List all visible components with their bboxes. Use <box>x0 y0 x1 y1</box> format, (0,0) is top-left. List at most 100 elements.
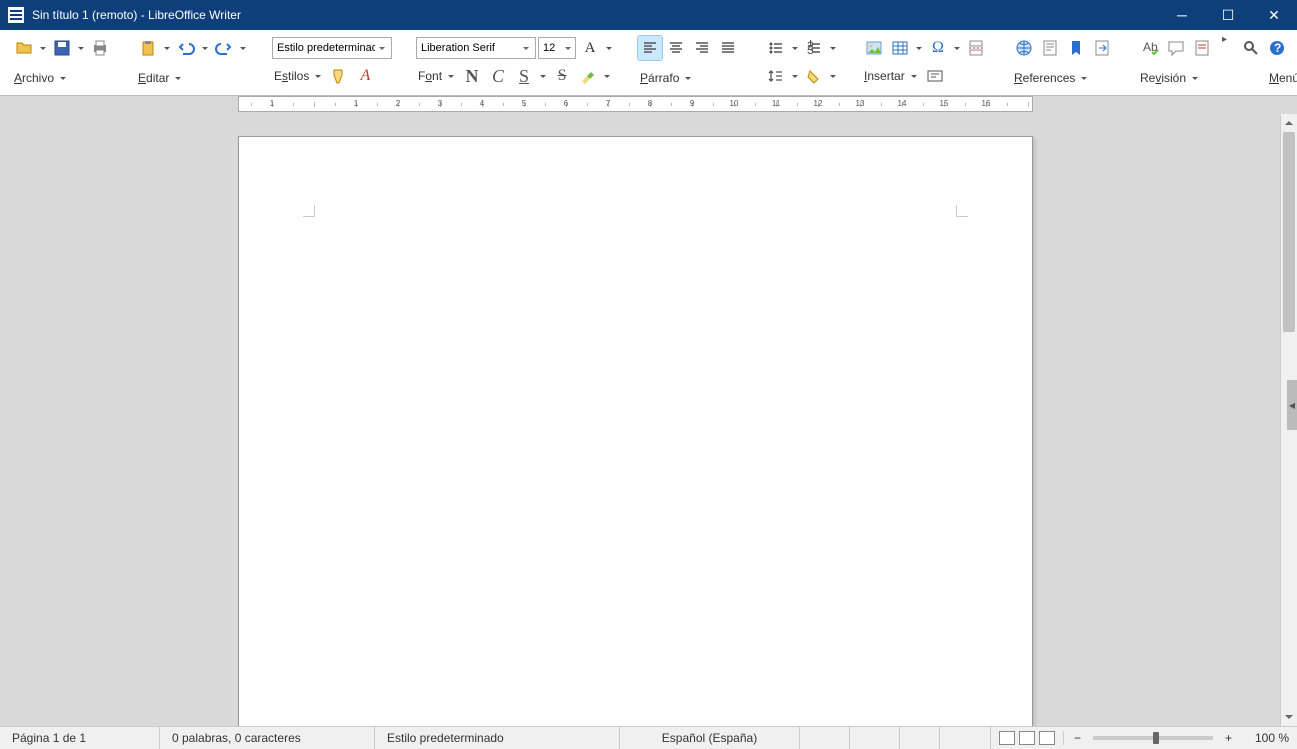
insert-symbol-button[interactable]: Ω <box>926 36 950 60</box>
toolbar-more-button[interactable] <box>1222 34 1227 45</box>
align-right-button[interactable] <box>690 36 714 60</box>
highlight-button[interactable] <box>576 64 600 88</box>
maximize-button[interactable]: ☐ <box>1205 0 1251 30</box>
scroll-thumb[interactable] <box>1283 132 1295 332</box>
underline-button[interactable]: S <box>512 64 536 88</box>
view-single-icon[interactable] <box>999 731 1015 745</box>
bookmark-button[interactable] <box>1064 36 1088 60</box>
font-color-button[interactable]: A <box>578 36 602 60</box>
background-color-button[interactable] <box>802 64 826 88</box>
font-color-dropdown[interactable] <box>604 36 614 60</box>
font-name-input[interactable] <box>421 42 519 54</box>
insert-textbox-button[interactable] <box>923 64 947 88</box>
sidebar-toggle[interactable] <box>1287 380 1297 430</box>
number-list-dropdown[interactable] <box>828 36 838 60</box>
find-button[interactable] <box>1239 36 1263 60</box>
underline-dropdown[interactable] <box>538 64 548 88</box>
clear-formatting-button[interactable]: A <box>353 64 377 88</box>
open-dropdown[interactable] <box>38 36 48 60</box>
background-color-dropdown[interactable] <box>828 64 838 88</box>
document-area[interactable] <box>15 114 1280 726</box>
insert-table-button[interactable] <box>888 36 912 60</box>
status-language[interactable]: Español (España) <box>620 727 800 749</box>
align-center-button[interactable] <box>664 36 688 60</box>
close-button[interactable]: ✕ <box>1251 0 1297 30</box>
footnote-button[interactable] <box>1038 36 1062 60</box>
bullet-list-button[interactable] <box>764 36 788 60</box>
print-button[interactable] <box>88 36 112 60</box>
insert-table-dropdown[interactable] <box>914 36 924 60</box>
group-font: A Font N C S S <box>412 34 618 90</box>
horizontal-ruler[interactable]: 12345678910111213141516181 <box>238 96 1033 112</box>
scroll-up-button[interactable] <box>1281 114 1297 131</box>
paste-dropdown[interactable] <box>162 36 172 60</box>
view-multi-icon[interactable] <box>1019 731 1035 745</box>
track-changes-button[interactable] <box>1190 36 1214 60</box>
paste-button[interactable] <box>136 36 160 60</box>
status-signature[interactable] <box>900 727 940 749</box>
zoom-control[interactable]: − + <box>1063 731 1242 745</box>
redo-button[interactable] <box>212 36 236 60</box>
status-page[interactable]: Página 1 de 1 <box>0 727 160 749</box>
paragraph-style-input[interactable] <box>277 42 375 54</box>
font-size-combo[interactable] <box>538 37 576 59</box>
spellcheck-button[interactable]: Ab <box>1138 36 1162 60</box>
highlight-dropdown[interactable] <box>602 64 612 88</box>
insert-image-button[interactable] <box>862 36 886 60</box>
scroll-down-button[interactable] <box>1281 709 1297 726</box>
paragraph-style-combo[interactable] <box>272 37 392 59</box>
redo-dropdown[interactable] <box>238 36 248 60</box>
status-style[interactable]: Estilo predeterminado <box>375 727 620 749</box>
undo-button[interactable] <box>174 36 198 60</box>
align-left-button[interactable] <box>638 36 662 60</box>
insert-symbol-dropdown[interactable] <box>952 36 962 60</box>
open-button[interactable] <box>12 36 36 60</box>
menu-archivo[interactable]: Archivo <box>12 62 70 94</box>
number-list-button[interactable]: 123 <box>802 36 826 60</box>
align-justify-button[interactable] <box>716 36 740 60</box>
line-spacing-button[interactable] <box>764 64 788 88</box>
clone-formatting-button[interactable] <box>327 64 351 88</box>
help-button[interactable]: ? <box>1265 36 1289 60</box>
group-references: References <box>1008 34 1118 94</box>
save-button[interactable] <box>50 36 74 60</box>
view-mode-buttons[interactable] <box>991 731 1063 745</box>
menu-insertar[interactable]: Insertar <box>862 60 921 92</box>
cross-reference-button[interactable] <box>1090 36 1114 60</box>
menu-references[interactable]: References <box>1012 62 1091 94</box>
zoom-in-button[interactable]: + <box>1221 731 1236 745</box>
hyperlink-button[interactable] <box>1012 36 1036 60</box>
bullet-list-dropdown[interactable] <box>790 36 800 60</box>
menu-parrafo[interactable]: Párrafo <box>638 62 695 94</box>
menu-estilos[interactable]: Estilos <box>272 60 325 92</box>
status-wordcount[interactable]: 0 palabras, 0 caracteres <box>160 727 375 749</box>
italic-button[interactable]: C <box>486 64 510 88</box>
font-name-dropdown[interactable] <box>519 36 533 60</box>
page[interactable] <box>238 136 1033 726</box>
font-size-dropdown[interactable] <box>563 36 573 60</box>
undo-dropdown[interactable] <box>200 36 210 60</box>
zoom-level[interactable]: 100 % <box>1242 727 1297 749</box>
app-icon <box>8 7 24 23</box>
lock-button[interactable] <box>1291 36 1297 60</box>
status-selection[interactable] <box>850 727 900 749</box>
zoom-slider[interactable] <box>1093 736 1213 740</box>
paragraph-style-dropdown[interactable] <box>375 36 389 60</box>
menu-revision[interactable]: Revisión <box>1138 62 1202 94</box>
view-book-icon[interactable] <box>1039 731 1055 745</box>
menu-editar[interactable]: Editar <box>136 62 185 94</box>
font-size-input[interactable] <box>543 42 563 54</box>
zoom-slider-handle[interactable] <box>1153 732 1159 744</box>
menu-font[interactable]: Font <box>416 60 458 92</box>
line-spacing-dropdown[interactable] <box>790 64 800 88</box>
minimize-button[interactable]: ─ <box>1159 0 1205 30</box>
menu-menu[interactable]: Menú <box>1267 62 1297 94</box>
strikethrough-button[interactable]: S <box>550 64 574 88</box>
bold-button[interactable]: N <box>460 64 484 88</box>
zoom-out-button[interactable]: − <box>1070 731 1085 745</box>
save-dropdown[interactable] <box>76 36 86 60</box>
font-name-combo[interactable] <box>416 37 536 59</box>
status-overwrite[interactable] <box>800 727 850 749</box>
comment-button[interactable] <box>1164 36 1188 60</box>
insert-pagebreak-button[interactable] <box>964 36 988 60</box>
